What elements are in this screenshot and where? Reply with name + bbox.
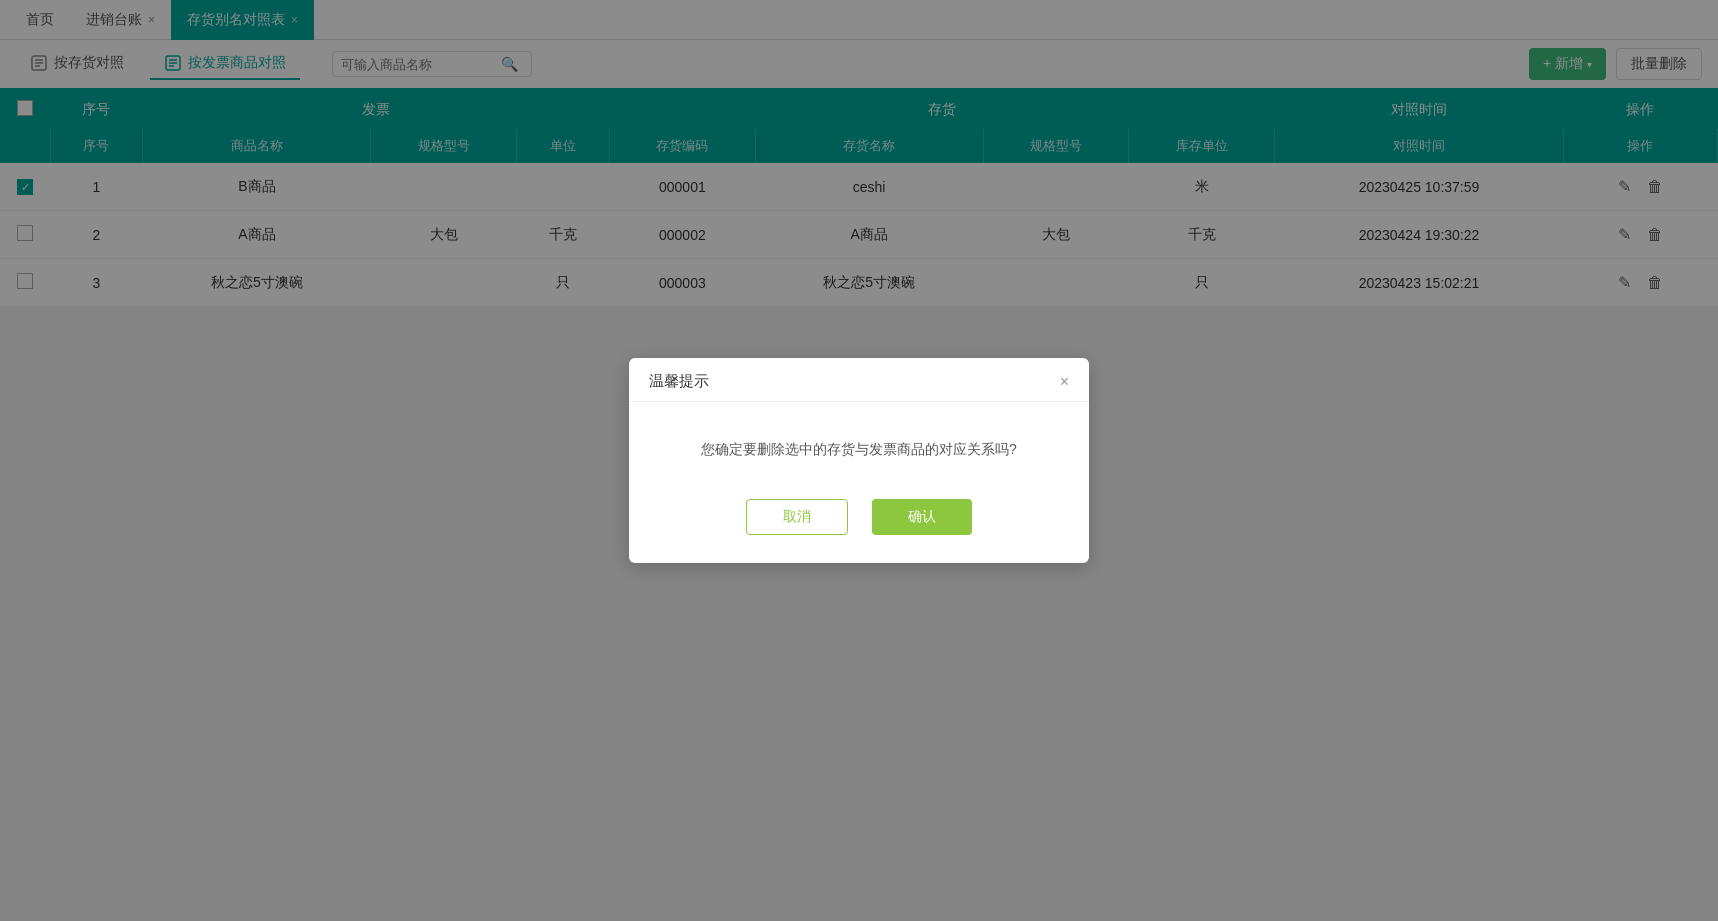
- modal-overlay: 温馨提示 × 您确定要删除选中的存货与发票商品的对应关系吗? 取消 确认: [0, 0, 1718, 307]
